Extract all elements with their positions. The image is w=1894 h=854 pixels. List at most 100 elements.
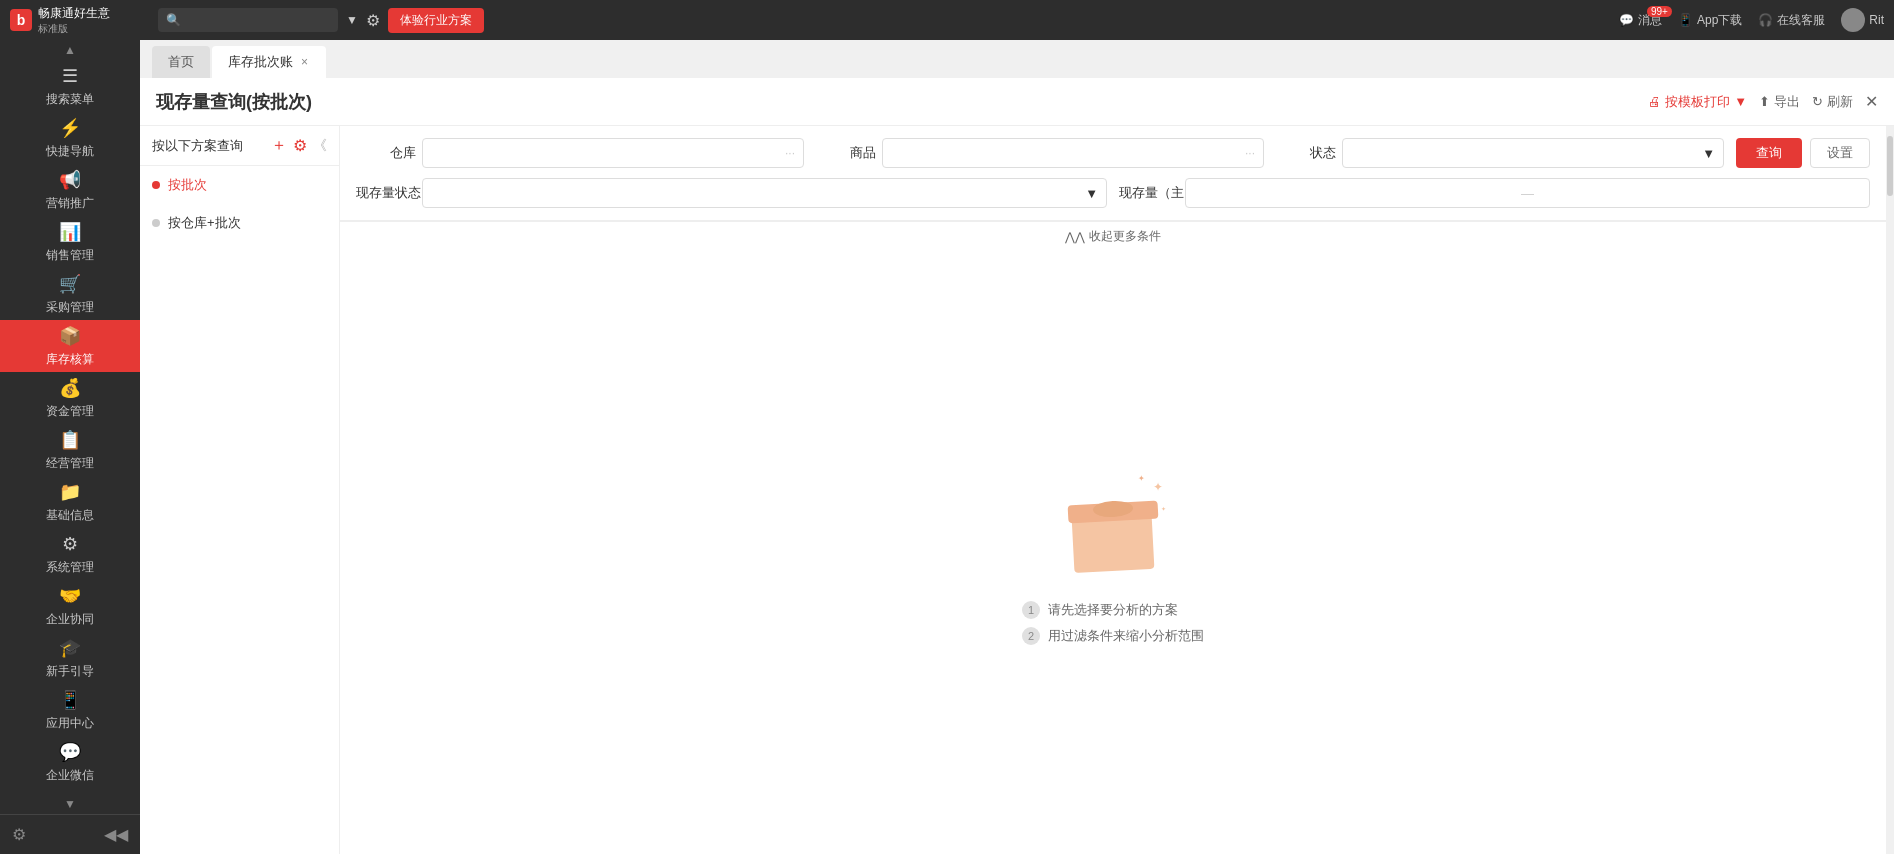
experience-btn[interactable]: 体验行业方案: [388, 8, 484, 33]
marketing-icon: 📢: [59, 169, 81, 191]
export-btn[interactable]: ⬆ 导出: [1759, 93, 1800, 111]
sidebar-item-label-operations: 经营管理: [46, 455, 94, 472]
logo-icon: b: [10, 9, 32, 31]
gear-btn[interactable]: ⚙: [366, 11, 380, 30]
header-search-input[interactable]: [185, 13, 305, 27]
empty-hint-1: 1 请先选择要分析的方案: [1022, 601, 1204, 619]
query-btn[interactable]: 查询: [1736, 138, 1802, 168]
sidebar-scroll-down[interactable]: ▼: [0, 794, 140, 814]
inventory-status-select[interactable]: ▼: [422, 178, 1107, 208]
sidebar-item-label-sales: 销售管理: [46, 247, 94, 264]
warehouse-input[interactable]: ···: [422, 138, 804, 168]
user-avatar-btn[interactable]: Rit: [1841, 8, 1884, 32]
collapse-panel-btn[interactable]: 《: [313, 137, 327, 155]
sidebar-settings-btn[interactable]: ⚙: [12, 825, 26, 844]
sidebar-item-enterprise[interactable]: 🤝 企业协同: [0, 580, 140, 632]
quick-nav-icon: ⚡: [59, 117, 81, 139]
app-download-btn[interactable]: 📱 App下载: [1678, 12, 1742, 29]
product-input[interactable]: ···: [882, 138, 1264, 168]
sidebar-item-sales[interactable]: 📊 销售管理: [0, 216, 140, 268]
inventory-icon: 📦: [59, 325, 81, 347]
inventory-quantity-field: 现存量（主） —: [1119, 178, 1870, 208]
empty-state: ✦ ✦ ✦ 1 请先选择要分析的方案 2: [340, 251, 1886, 854]
sidebar-item-quick-nav[interactable]: ⚡ 快捷导航: [0, 112, 140, 164]
sidebar-item-inventory[interactable]: 📦 库存核算: [0, 320, 140, 372]
tab-close-btn[interactable]: ×: [299, 55, 310, 69]
operations-icon: 📋: [59, 429, 81, 451]
sidebar-item-purchase[interactable]: 🛒 采购管理: [0, 268, 140, 320]
filter-row-1: 仓库 ··· 商品 ···: [356, 138, 1870, 168]
avatar: [1841, 8, 1865, 32]
filter-panel: 按以下方案查询 ＋ ⚙ 《 按批次 按仓库+批次: [140, 126, 340, 854]
filter-settings-btn[interactable]: 设置: [1810, 138, 1870, 168]
hint1-text: 请先选择要分析的方案: [1048, 601, 1178, 619]
newbie-icon: 🎓: [59, 637, 81, 659]
print-btn[interactable]: 🖨 按模板打印 ▼: [1648, 93, 1747, 111]
sidebar-item-operations[interactable]: 📋 经营管理: [0, 424, 140, 476]
edition-label: 标准版: [38, 22, 110, 36]
header-dropdown-btn[interactable]: ▼: [346, 13, 358, 27]
sidebar-item-label-enterprise: 企业协同: [46, 611, 94, 628]
page-content: 现存量查询(按批次) 🖨 按模板打印 ▼ ⬆ 导出 ↻ 刷新: [140, 78, 1894, 854]
right-scrollbar[interactable]: [1886, 126, 1894, 854]
refresh-label: 刷新: [1827, 93, 1853, 111]
product-more-icon: ···: [1245, 146, 1255, 160]
sidebar-item-search[interactable]: ☰ 搜索菜单: [0, 60, 140, 112]
filter-collapse-btn[interactable]: ⋀⋀ 收起更多条件: [340, 221, 1886, 251]
online-service-btn[interactable]: 🎧 在线客服: [1758, 12, 1825, 29]
svg-text:✦: ✦: [1161, 506, 1166, 512]
download-icon: 📱: [1678, 13, 1693, 27]
top-header: b 畅康通好生意 标准版 🔍 ▼ ⚙ 体验行业方案 💬 消息 99+ 📱 App…: [0, 0, 1894, 40]
svg-rect-0: [1072, 513, 1155, 572]
settings-scheme-btn[interactable]: ⚙: [293, 136, 307, 155]
sidebar-item-system[interactable]: ⚙ 系统管理: [0, 528, 140, 580]
sidebar-scroll-up[interactable]: ▲: [0, 40, 140, 60]
page-title: 现存量查询(按批次): [156, 90, 312, 114]
print-dropdown-icon: ▼: [1734, 94, 1747, 109]
tab-inventory-batch-label: 库存批次账: [228, 53, 293, 71]
tab-home[interactable]: 首页: [152, 46, 210, 78]
filter-dot-active: [152, 181, 160, 189]
enterprise-icon: 🤝: [59, 585, 81, 607]
logo-area: b 畅康通好生意 标准版: [10, 5, 150, 36]
inventory-quantity-label: 现存量（主）: [1119, 184, 1179, 202]
warehouse-more-icon: ···: [785, 146, 795, 160]
svg-text:✦: ✦: [1138, 474, 1145, 483]
empty-svg: ✦ ✦ ✦: [1053, 461, 1173, 581]
inventory-status-field: 现存量状态 ▼: [356, 178, 1107, 208]
inventory-quantity-range[interactable]: —: [1185, 178, 1870, 208]
filter-panel-header-actions: ＋ ⚙ 《: [271, 135, 327, 156]
sidebar-item-label-quick-nav: 快捷导航: [46, 143, 94, 160]
page-header-actions: 🖨 按模板打印 ▼ ⬆ 导出 ↻ 刷新 ✕: [1648, 92, 1878, 111]
refresh-btn[interactable]: ↻ 刷新: [1812, 93, 1853, 111]
sidebar-item-finance[interactable]: 💰 资金管理: [0, 372, 140, 424]
filter-item-warehouse-batch[interactable]: 按仓库+批次: [140, 204, 339, 242]
sidebar-items: ☰ 搜索菜单 ⚡ 快捷导航 📢 营销推广 📊 销售管理 🛒 采购管理 📦 库: [0, 60, 140, 794]
username-label: Rit: [1869, 13, 1884, 27]
finance-icon: 💰: [59, 377, 81, 399]
filter-item-batch[interactable]: 按批次: [140, 166, 339, 204]
sidebar: ▲ ☰ 搜索菜单 ⚡ 快捷导航 📢 营销推广 📊 销售管理 🛒 采购管理: [0, 40, 140, 854]
sidebar-item-wechat[interactable]: 💬 企业微信: [0, 736, 140, 788]
sidebar-item-marketing[interactable]: 📢 营销推广: [0, 164, 140, 216]
sidebar-item-newbie[interactable]: 🎓 新手引导: [0, 632, 140, 684]
messages-btn[interactable]: 💬 消息 99+: [1619, 12, 1662, 29]
filter-row-2: 现存量状态 ▼ 现存量（主） —: [356, 178, 1870, 208]
sidebar-collapse-btn[interactable]: ◀◀: [104, 825, 128, 844]
sidebar-item-app-center[interactable]: 📱 应用中心: [0, 684, 140, 736]
basic-icon: 📁: [59, 481, 81, 503]
status-select[interactable]: ▼: [1342, 138, 1724, 168]
tab-inventory-batch[interactable]: 库存批次账 ×: [212, 46, 326, 78]
collapse-up-icon: ⋀⋀: [1065, 230, 1085, 244]
page-close-btn[interactable]: ✕: [1865, 92, 1878, 111]
sidebar-item-label-finance: 资金管理: [46, 403, 94, 420]
sidebar-item-basic[interactable]: 📁 基础信息: [0, 476, 140, 528]
app-center-icon: 📱: [59, 689, 81, 711]
sidebar-bottom: ⚙ ◀◀: [0, 814, 140, 854]
status-field: 状态 ▼: [1276, 138, 1724, 168]
sidebar-item-label-search: 搜索菜单: [46, 91, 94, 108]
wechat-icon: 💬: [59, 741, 81, 763]
add-scheme-btn[interactable]: ＋: [271, 135, 287, 156]
header-search-bar[interactable]: 🔍: [158, 8, 338, 32]
tabs-bar: 首页 库存批次账 ×: [140, 40, 1894, 78]
